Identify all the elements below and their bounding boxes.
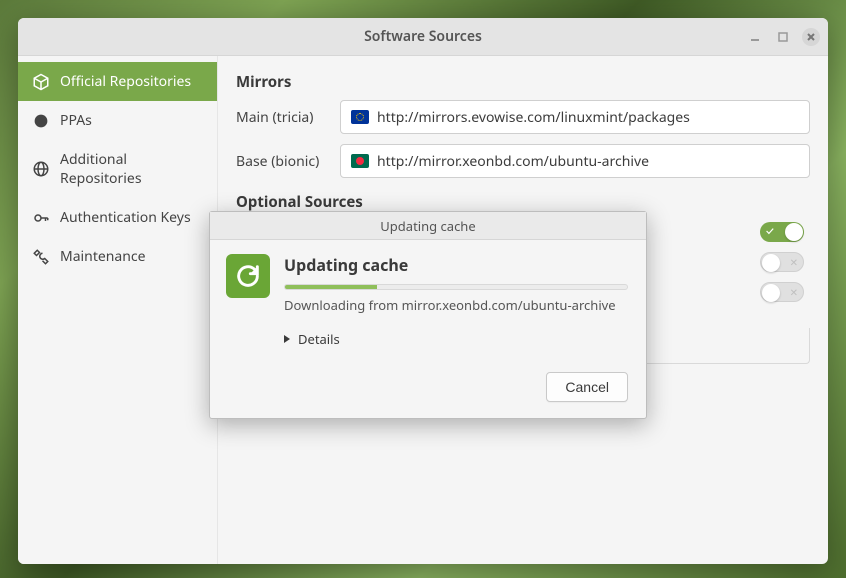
- bd-flag-icon: [351, 154, 369, 168]
- chevron-right-icon: [282, 334, 292, 344]
- cube-icon: [32, 73, 50, 91]
- mirror-main-label: Main (tricia): [236, 108, 326, 127]
- minimize-icon: [749, 31, 761, 43]
- close-icon: [805, 31, 817, 43]
- sidebar-item-ppas[interactable]: PPAs: [18, 101, 217, 140]
- dialog-titlebar: Updating cache: [210, 212, 646, 240]
- progress-bar: [284, 284, 628, 290]
- refresh-icon: [226, 254, 270, 298]
- sidebar-item-label: Authentication Keys: [60, 208, 191, 227]
- maximize-icon: [777, 31, 789, 43]
- optional-toggle-2[interactable]: [760, 252, 804, 272]
- titlebar: Software Sources: [18, 18, 828, 56]
- globe-icon: [32, 160, 50, 178]
- minimize-button[interactable]: [746, 28, 764, 46]
- mirror-main-input[interactable]: http://mirrors.evowise.com/linuxmint/pac…: [340, 100, 810, 134]
- mirror-base-input[interactable]: http://mirror.xeonbd.com/ubuntu-archive: [340, 144, 810, 178]
- sidebar-item-additional-repositories[interactable]: Additional Repositories: [18, 140, 217, 198]
- window-controls: [746, 18, 820, 56]
- sidebar-item-label: Official Repositories: [60, 72, 191, 91]
- updating-cache-dialog: Updating cache Updating cache Downloadin…: [209, 211, 647, 419]
- sidebar-item-official-repositories[interactable]: Official Repositories: [18, 62, 217, 101]
- circle-icon: [32, 112, 50, 130]
- mirror-main-url: http://mirrors.evowise.com/linuxmint/pac…: [377, 108, 690, 127]
- sidebar-item-label: Additional Repositories: [60, 150, 203, 188]
- eu-flag-icon: [351, 110, 369, 124]
- dialog-heading: Updating cache: [284, 254, 628, 276]
- cancel-button[interactable]: Cancel: [546, 372, 628, 402]
- mirror-main-row: Main (tricia) http://mirrors.evowise.com…: [236, 100, 810, 134]
- details-expander[interactable]: Details: [226, 330, 628, 348]
- sidebar-item-label: PPAs: [60, 111, 92, 130]
- download-status: Downloading from mirror.xeonbd.com/ubunt…: [284, 296, 628, 314]
- sidebar-item-maintenance[interactable]: Maintenance: [18, 237, 217, 276]
- optional-toggle-1[interactable]: [760, 222, 804, 242]
- close-button[interactable]: [802, 28, 820, 46]
- sidebar: Official Repositories PPAs Additional Re…: [18, 56, 218, 564]
- mirrors-heading: Mirrors: [236, 72, 810, 92]
- details-label: Details: [298, 330, 340, 348]
- mirror-base-url: http://mirror.xeonbd.com/ubuntu-archive: [377, 152, 649, 171]
- tools-icon: [32, 248, 50, 266]
- sidebar-item-label: Maintenance: [60, 247, 146, 266]
- optional-toggle-3[interactable]: [760, 282, 804, 302]
- window-title: Software Sources: [364, 27, 482, 46]
- mirror-base-row: Base (bionic) http://mirror.xeonbd.com/u…: [236, 144, 810, 178]
- progress-fill: [285, 285, 377, 289]
- dialog-title: Updating cache: [380, 217, 475, 235]
- key-icon: [32, 209, 50, 227]
- sidebar-item-authentication-keys[interactable]: Authentication Keys: [18, 198, 217, 237]
- mirror-base-label: Base (bionic): [236, 152, 326, 171]
- maximize-button[interactable]: [774, 28, 792, 46]
- optional-sources-heading: Optional Sources: [236, 192, 810, 212]
